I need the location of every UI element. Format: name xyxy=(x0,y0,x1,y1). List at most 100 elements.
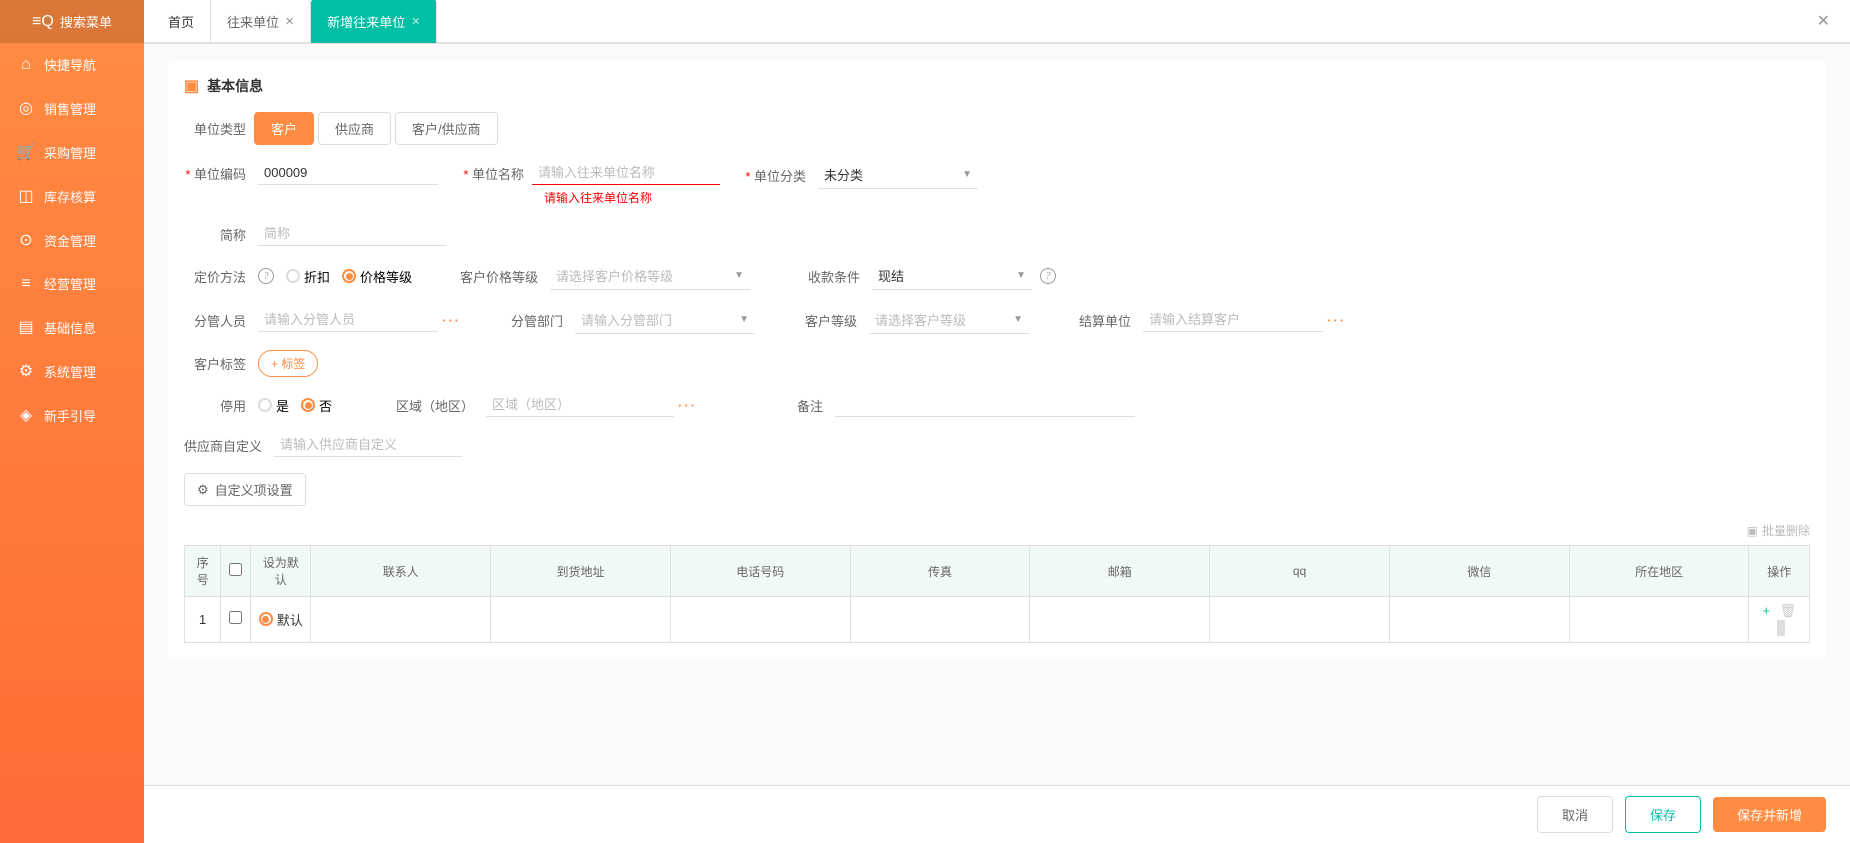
region-input[interactable] xyxy=(486,393,674,417)
row-wechat[interactable] xyxy=(1389,597,1569,643)
customer-level-select[interactable]: 请选择客户等级 ▼ xyxy=(869,306,1029,334)
pricing-method-help-icon[interactable]: ? xyxy=(258,268,274,284)
row-qq-input[interactable] xyxy=(1216,612,1383,627)
row-location[interactable] xyxy=(1569,597,1749,643)
chevron-down-icon: ▼ xyxy=(962,169,972,180)
pricing-method-label: 定价方法 xyxy=(184,267,254,286)
short-name-row: 简称 xyxy=(184,222,1810,246)
row-contact[interactable] xyxy=(311,597,491,643)
row-phone-input[interactable] xyxy=(677,612,844,627)
row-delete-button[interactable]: 🗑 xyxy=(1780,603,1797,618)
tab-new-partner-close[interactable]: ✕ xyxy=(411,15,420,28)
row-checkbox-input[interactable] xyxy=(229,611,242,624)
remark-input[interactable] xyxy=(835,393,1135,417)
row-email[interactable] xyxy=(1030,597,1210,643)
row-qq[interactable] xyxy=(1210,597,1390,643)
short-name-input[interactable] xyxy=(258,222,446,246)
sidebar-item-guide[interactable]: ◈ 新手引导 xyxy=(0,393,144,437)
sidebar-item-quick-nav[interactable]: ⌂ 快捷导航 xyxy=(0,43,144,86)
unit-code-group: 单位编码 xyxy=(184,161,438,185)
col-seq: 序号 xyxy=(185,546,221,597)
row-default-radio[interactable]: 默认 xyxy=(257,610,304,629)
pricing-row: 定价方法 ? 折扣 价格等级 客户价格等级 xyxy=(184,262,1810,290)
unit-type-supplier-btn[interactable]: 供应商 xyxy=(318,112,391,145)
disabled-yes-label: 是 xyxy=(276,396,289,415)
table-header-row: 序号 设为默认 联系人 到货地址 电话号码 传真 邮箱 qq 微信 所在地区 操… xyxy=(185,546,1810,597)
row-phone[interactable] xyxy=(670,597,850,643)
supplier-custom-group: 供应商自定义 xyxy=(184,433,462,457)
tab-partners-close[interactable]: ✕ xyxy=(285,15,294,28)
payment-terms-help-icon[interactable]: ? xyxy=(1040,268,1056,284)
row-location-input[interactable] xyxy=(1576,612,1743,627)
disabled-no-option[interactable]: 否 xyxy=(301,396,332,415)
col-qq: qq xyxy=(1210,546,1390,597)
short-name-group: 简称 xyxy=(184,222,446,246)
pricing-method-radio-group: 折扣 价格等级 xyxy=(286,267,412,286)
unit-category-select[interactable]: 未分类 ▼ xyxy=(818,161,978,189)
unit-type-customer-btn[interactable]: 客户 xyxy=(254,112,314,145)
finance-icon: ⊙ xyxy=(16,230,36,250)
manager-input[interactable] xyxy=(258,308,438,332)
tab-partners[interactable]: 往来单位 ✕ xyxy=(211,0,311,43)
sidebar-item-operations[interactable]: ≡ 经营管理 xyxy=(0,262,144,305)
settlement-unit-label: 结算单位 xyxy=(1069,311,1139,330)
row-drag-handle[interactable] xyxy=(1777,620,1785,636)
save-button[interactable]: 保存 xyxy=(1625,796,1701,833)
home-icon: ⌂ xyxy=(16,56,36,74)
sidebar-item-sales[interactable]: ◎ 销售管理 xyxy=(0,86,144,130)
customer-tag-row: 客户标签 + 标签 xyxy=(184,350,1810,377)
short-name-label: 简称 xyxy=(184,225,254,244)
row-add-button[interactable]: + xyxy=(1762,603,1770,618)
col-address: 到货地址 xyxy=(491,546,671,597)
batch-delete-button[interactable]: ▣ 批量删除 xyxy=(1747,522,1810,539)
cancel-button[interactable]: 取消 xyxy=(1537,796,1613,833)
pricing-discount-option[interactable]: 折扣 xyxy=(286,267,330,286)
unit-type-both-btn[interactable]: 客户/供应商 xyxy=(395,112,498,145)
col-wechat: 微信 xyxy=(1389,546,1569,597)
sidebar-item-finance[interactable]: ⊙ 资金管理 xyxy=(0,218,144,262)
tab-home[interactable]: 首页 xyxy=(152,0,211,43)
manager-more-icon[interactable]: ··· xyxy=(442,313,461,328)
row-wechat-input[interactable] xyxy=(1396,612,1563,627)
payment-terms-select[interactable]: 现结 ▼ xyxy=(872,262,1032,290)
unit-code-label: 单位编码 xyxy=(184,164,254,183)
sidebar-item-label: 销售管理 xyxy=(44,99,96,118)
sidebar-search[interactable]: ≡Q 搜索菜单 xyxy=(0,0,144,43)
sidebar-item-purchase[interactable]: 🛒 采购管理 xyxy=(0,130,144,174)
sidebar-item-basic-info[interactable]: ▤ 基础信息 xyxy=(0,305,144,349)
unit-code-input[interactable] xyxy=(258,161,438,185)
row-fax[interactable] xyxy=(850,597,1030,643)
sidebar-item-inventory[interactable]: ◫ 库存核算 xyxy=(0,174,144,218)
disabled-radio-group: 是 否 xyxy=(258,396,332,415)
unit-name-input[interactable] xyxy=(532,161,720,185)
row-email-input[interactable] xyxy=(1036,612,1203,627)
unit-type-row: 单位类型 客户 供应商 客户/供应商 xyxy=(184,112,1810,145)
region-more-icon[interactable]: ··· xyxy=(678,398,697,413)
tab-new-partner[interactable]: 新增往来单位 ✕ xyxy=(311,0,437,43)
row-address-input[interactable] xyxy=(497,612,664,627)
customer-price-level-select[interactable]: 请选择客户价格等级 ▼ xyxy=(550,262,750,290)
supplier-custom-input[interactable] xyxy=(274,433,462,457)
disabled-yes-option[interactable]: 是 xyxy=(258,396,289,415)
row-fax-input[interactable] xyxy=(857,612,1024,627)
tabbar-close-button[interactable]: ✕ xyxy=(1805,11,1842,31)
pricing-discount-label: 折扣 xyxy=(304,267,330,286)
settlement-unit-input[interactable] xyxy=(1143,308,1323,332)
tab-partners-label: 往来单位 xyxy=(227,12,279,31)
tab-new-partner-label: 新增往来单位 xyxy=(327,12,405,31)
col-contact: 联系人 xyxy=(311,546,491,597)
sidebar-item-system[interactable]: ⚙ 系统管理 xyxy=(0,349,144,393)
payment-terms-label: 收款条件 xyxy=(798,267,868,286)
department-select[interactable]: 请输入分管部门 ▼ xyxy=(575,306,755,334)
row-contact-input[interactable] xyxy=(317,612,484,627)
form-area: ▣ 基本信息 单位类型 客户 供应商 客户/供应商 单位编码 xyxy=(144,44,1850,785)
section-title: ▣ 基本信息 xyxy=(184,76,1810,96)
select-all-checkbox[interactable] xyxy=(229,563,242,576)
pricing-level-option[interactable]: 价格等级 xyxy=(342,267,412,286)
custom-settings-button[interactable]: ⚙ 自定义项设置 xyxy=(184,473,306,506)
settlement-unit-more-icon[interactable]: ··· xyxy=(1327,313,1346,328)
row-address[interactable] xyxy=(491,597,671,643)
contact-table-section: ▣ 批量删除 序号 设为默认 联系人 到货地址 电话号码 传真 xyxy=(184,522,1810,643)
add-tag-button[interactable]: + 标签 xyxy=(258,350,318,377)
save-and-new-button[interactable]: 保存并新增 xyxy=(1713,797,1826,832)
